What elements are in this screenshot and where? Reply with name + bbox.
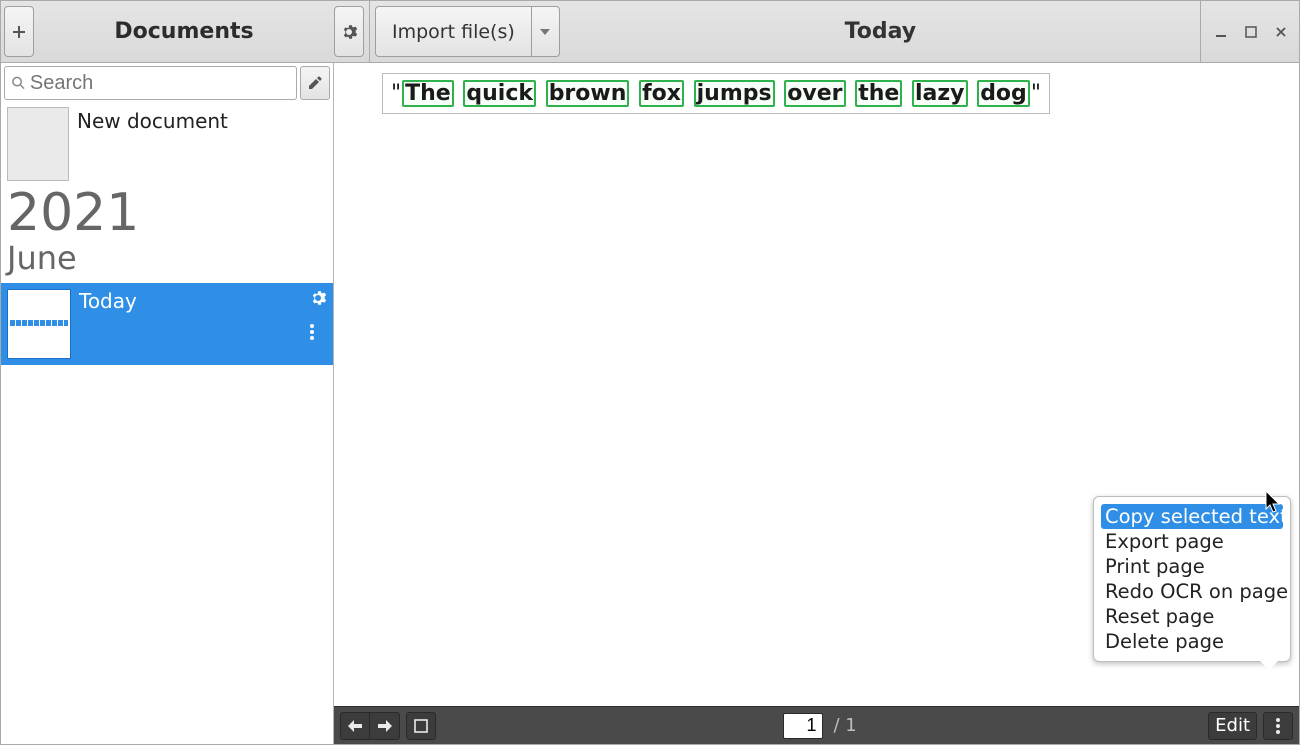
page-canvas[interactable]: "The quick brown fox jumps over the lazy… bbox=[334, 63, 1299, 706]
header-divider bbox=[369, 1, 370, 62]
documents-settings-button[interactable] bbox=[334, 6, 364, 57]
item-more-button[interactable] bbox=[309, 323, 327, 341]
maximize-icon bbox=[1245, 26, 1257, 38]
fullscreen-icon bbox=[414, 719, 428, 733]
menu-item-reset-page[interactable]: Reset page bbox=[1101, 604, 1283, 629]
ocr-word[interactable]: dog bbox=[977, 80, 1030, 107]
body: New document 2021 June Today bbox=[1, 63, 1299, 744]
import-button[interactable]: Import file(s) bbox=[375, 6, 532, 57]
edit-label: Edit bbox=[1215, 715, 1250, 736]
ocr-word[interactable]: The bbox=[402, 80, 454, 107]
edit-icon bbox=[307, 75, 323, 91]
sidebar-month: June bbox=[1, 239, 333, 283]
page-context-menu: Copy selected textExport pagePrint pageR… bbox=[1093, 496, 1291, 662]
search-icon bbox=[11, 75, 26, 91]
arrow-left-icon bbox=[348, 720, 362, 732]
minimize-icon bbox=[1215, 26, 1227, 38]
menu-item-delete-page[interactable]: Delete page bbox=[1101, 629, 1283, 654]
more-vertical-icon bbox=[1276, 718, 1280, 734]
app-window: Documents Import file(s) Today bbox=[0, 0, 1300, 745]
ocr-word[interactable]: the bbox=[855, 80, 902, 107]
ocr-text-line[interactable]: "The quick brown fox jumps over the lazy… bbox=[391, 81, 1041, 106]
ocr-quote-open: " bbox=[391, 81, 401, 106]
ocr-word[interactable]: jumps bbox=[694, 80, 775, 107]
sidebar: New document 2021 June Today bbox=[1, 63, 334, 744]
ocr-word[interactable]: lazy bbox=[912, 80, 968, 107]
ocr-word[interactable]: quick bbox=[463, 80, 536, 107]
ocr-quote-close: " bbox=[1031, 81, 1041, 106]
ocr-word[interactable]: over bbox=[784, 80, 845, 107]
today-thumbnail bbox=[7, 289, 71, 359]
item-settings-button[interactable] bbox=[309, 289, 327, 307]
nav-button-group bbox=[340, 712, 400, 740]
caret-down-icon bbox=[540, 29, 550, 35]
bottom-toolbar: / 1 Edit bbox=[334, 706, 1299, 744]
fullscreen-button[interactable] bbox=[406, 712, 436, 740]
edit-button[interactable]: Edit bbox=[1208, 712, 1257, 740]
next-page-button[interactable] bbox=[370, 712, 400, 740]
close-button[interactable] bbox=[1269, 20, 1293, 44]
arrow-right-icon bbox=[378, 720, 392, 732]
ocr-word[interactable]: brown bbox=[546, 80, 630, 107]
ocr-word[interactable]: fox bbox=[639, 80, 684, 107]
menu-item-export-page[interactable]: Export page bbox=[1101, 529, 1283, 554]
menu-item-copy-selected-text[interactable]: Copy selected text bbox=[1101, 504, 1283, 529]
more-vertical-icon bbox=[309, 323, 315, 341]
import-split-button: Import file(s) bbox=[375, 6, 560, 57]
main-view: "The quick brown fox jumps over the lazy… bbox=[334, 63, 1299, 744]
thumbnail-text-preview bbox=[10, 320, 68, 326]
menu-item-redo-ocr-on-page[interactable]: Redo OCR on page bbox=[1101, 579, 1283, 604]
header-bar: Documents Import file(s) Today bbox=[1, 1, 1299, 63]
search-input[interactable] bbox=[30, 72, 290, 95]
sidebar-item-actions bbox=[309, 289, 327, 341]
document-page: "The quick brown fox jumps over the lazy… bbox=[382, 73, 1050, 114]
new-document-thumbnail bbox=[7, 107, 69, 181]
gear-icon bbox=[340, 23, 358, 41]
minimize-button[interactable] bbox=[1209, 20, 1233, 44]
today-label: Today bbox=[79, 289, 137, 313]
sidebar-item-today[interactable]: Today bbox=[1, 283, 333, 365]
page-total-value: 1 bbox=[845, 715, 856, 736]
gear-icon bbox=[309, 289, 327, 307]
prev-page-button[interactable] bbox=[340, 712, 370, 740]
search-row bbox=[1, 63, 333, 103]
window-controls bbox=[1203, 1, 1299, 62]
page-number-input[interactable] bbox=[783, 713, 823, 739]
sidebar-year: 2021 bbox=[1, 185, 333, 239]
page-title: Today bbox=[563, 1, 1198, 62]
maximize-button[interactable] bbox=[1239, 20, 1263, 44]
documents-title: Documents bbox=[37, 1, 331, 62]
new-document-label: New document bbox=[77, 107, 228, 133]
page-more-button[interactable] bbox=[1263, 712, 1293, 740]
add-document-button[interactable] bbox=[4, 6, 34, 57]
import-dropdown-button[interactable] bbox=[532, 6, 560, 57]
plus-icon bbox=[11, 24, 27, 40]
header-divider-right bbox=[1200, 1, 1201, 62]
search-box[interactable] bbox=[4, 66, 297, 100]
close-icon bbox=[1275, 26, 1287, 38]
sidebar-new-document[interactable]: New document bbox=[1, 103, 333, 185]
page-total-label: / 1 bbox=[829, 715, 860, 736]
rename-button[interactable] bbox=[300, 66, 330, 100]
menu-item-print-page[interactable]: Print page bbox=[1101, 554, 1283, 579]
